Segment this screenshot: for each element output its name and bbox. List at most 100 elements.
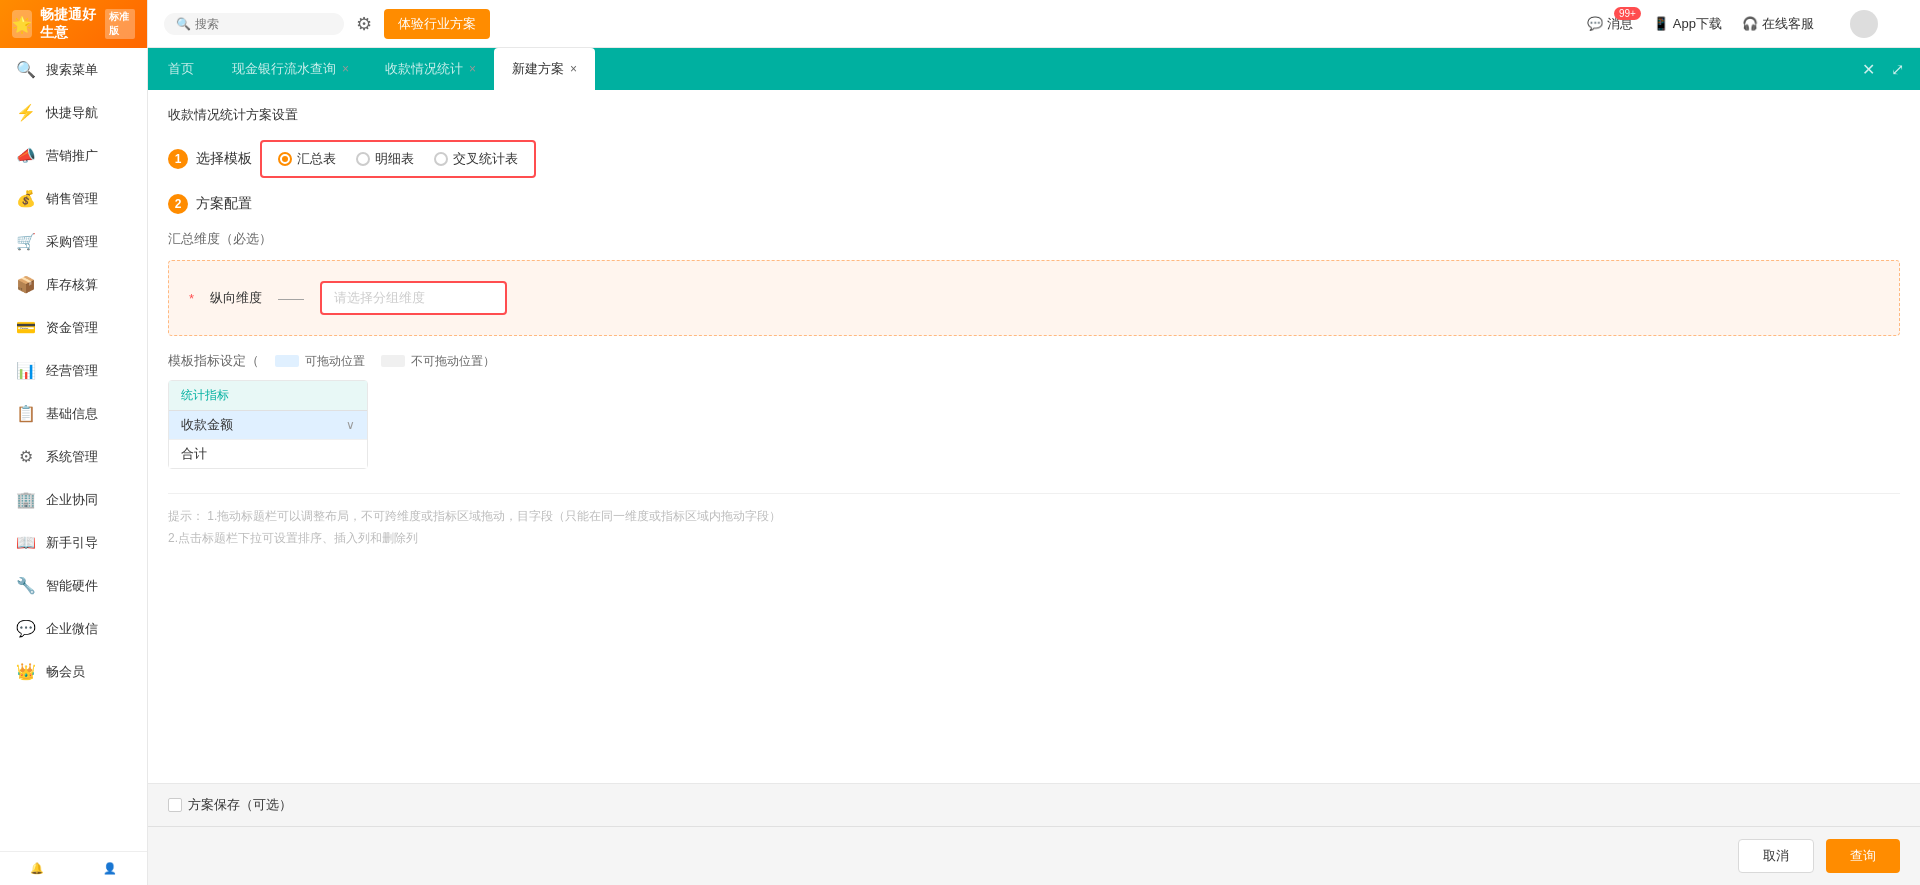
tab-receipt-stats-close[interactable]: × [469,62,476,76]
notification-item[interactable]: 💬 消息 99+ [1587,15,1633,33]
radio-cross[interactable]: 交叉统计表 [434,150,518,168]
tips-line1: 提示： 1.拖动标题栏可以调整布局，不可跨维度或指标区域拖动，目字段（只能在同一… [168,506,1900,528]
avatar [1850,10,1878,38]
sidebar-bottom-btn2[interactable]: 👤 [74,852,148,885]
sidebar-item-beginner[interactable]: 📖 新手引导 [0,521,147,564]
sidebar-item-label: 企业协同 [46,491,98,509]
vertical-label: 纵向维度 [210,289,262,307]
metrics-row-chevron[interactable]: ∨ [346,418,355,432]
sidebar-bottom-btn1[interactable]: 🔔 [0,852,74,885]
tab-cash-flow[interactable]: 现金银行流水查询 × [214,48,367,90]
dimension-row: * 纵向维度 —— 请选择分组维度 [189,281,1879,315]
purchase-icon: 🛒 [16,232,36,251]
sidebar-item-enterprise-wechat[interactable]: 💬 企业微信 [0,607,147,650]
sidebar-item-member[interactable]: 👑 畅会员 [0,650,147,693]
gear-icon[interactable]: ⚙ [356,13,372,35]
step1-row: 1 选择模板 汇总表 明细表 交叉统计表 [168,140,1900,178]
save-row: 方案保存（可选） [148,783,1920,826]
sidebar-item-finance[interactable]: 💳 资金管理 [0,306,147,349]
marketing-icon: 📣 [16,146,36,165]
sidebar-item-label: 销售管理 [46,190,98,208]
tab-home[interactable]: 首页 [148,48,214,90]
app-download-label: App下载 [1673,15,1722,33]
tab-new-plan[interactable]: 新建方案 × [494,48,595,90]
sidebar-item-hardware[interactable]: 🔧 智能硬件 [0,564,147,607]
sidebar-item-label: 营销推广 [46,147,98,165]
tab-receipt-stats-label: 收款情况统计 [385,60,463,78]
cancel-button[interactable]: 取消 [1738,839,1814,873]
radio-detail[interactable]: 明细表 [356,150,414,168]
legend-no-drag: 不可拖动位置） [381,353,495,370]
sidebar-item-label: 智能硬件 [46,577,98,595]
inventory-icon: 📦 [16,275,36,294]
hardware-icon: 🔧 [16,576,36,595]
can-drag-label: 可拖动位置 [305,353,365,370]
radio-group: 汇总表 明细表 交叉统计表 [278,150,518,168]
query-button[interactable]: 查询 [1826,839,1900,873]
sidebar-item-sales[interactable]: 💰 销售管理 [0,177,147,220]
legend-draggable: 可拖动位置 [275,353,365,370]
metrics-table-row[interactable]: 收款金额 ∨ [169,411,367,439]
metrics-table-area: 统计指标 收款金额 ∨ 合计 [168,380,368,469]
radio-summary[interactable]: 汇总表 [278,150,336,168]
sidebar: 🌟 畅捷通好生意 标准版 🔍 搜索菜单 ⚡ 快捷导航 📣 营销推广 💰 销售管理… [0,0,148,885]
radio-cross-circle [434,152,448,166]
app-download-icon: 📱 [1653,16,1669,31]
sidebar-item-purchase[interactable]: 🛒 采购管理 [0,220,147,263]
search-input[interactable] [195,17,325,31]
sidebar-item-label: 系统管理 [46,448,98,466]
sidebar-item-search[interactable]: 🔍 搜索菜单 [0,48,147,91]
metrics-legend: 可拖动位置 不可拖动位置） [275,353,495,370]
content-inner: 收款情况统计方案设置 1 选择模板 汇总表 明细表 [148,90,1920,783]
metrics-total: 合计 [169,439,367,468]
sidebar-item-operation[interactable]: 📊 经营管理 [0,349,147,392]
radio-summary-label: 汇总表 [297,150,336,168]
content-area: 收款情况统计方案设置 1 选择模板 汇总表 明细表 [148,90,1920,826]
tab-receipt-stats[interactable]: 收款情况统计 × [367,48,494,90]
sidebar-item-label: 搜索菜单 [46,61,98,79]
close-window-btn[interactable]: ✕ [1858,56,1879,83]
metrics-row-text: 收款金额 [181,416,346,434]
app-download-item[interactable]: 📱 App下载 [1653,15,1722,33]
sales-icon: 💰 [16,189,36,208]
sidebar-bottom: 🔔 👤 [0,851,147,885]
sidebar-item-basic-info[interactable]: 📋 基础信息 [0,392,147,435]
industry-btn[interactable]: 体验行业方案 [384,9,490,39]
header-right: 💬 消息 99+ 📱 App下载 🎧 在线客服 [1587,10,1904,38]
sidebar-item-marketing[interactable]: 📣 营销推广 [0,134,147,177]
sidebar-item-label: 资金管理 [46,319,98,337]
save-checkbox-text: 方案保存（可选） [188,796,292,814]
radio-summary-circle [278,152,292,166]
edition-badge: 标准版 [105,9,135,39]
notification-badge: 99+ [1614,7,1641,20]
dimension-select-placeholder: 请选择分组维度 [334,290,425,305]
save-checkbox-label[interactable]: 方案保存（可选） [168,796,292,814]
sidebar-item-system[interactable]: ⚙ 系统管理 [0,435,147,478]
header-search-box[interactable]: 🔍 [164,13,344,35]
save-checkbox-box[interactable] [168,798,182,812]
dimension-arrow: —— [278,291,304,306]
tab-cash-flow-close[interactable]: × [342,62,349,76]
sidebar-item-inventory[interactable]: 📦 库存核算 [0,263,147,306]
sidebar-item-label: 基础信息 [46,405,98,423]
required-star: * [189,291,194,306]
sidebar-item-enterprise-collab[interactable]: 🏢 企业协同 [0,478,147,521]
tab-bar: 首页 现金银行流水查询 × 收款情况统计 × 新建方案 × ✕ ⤢ [148,48,1920,90]
logo-text: 畅捷通好生意 [40,6,101,42]
tab-home-label: 首页 [168,60,194,78]
step2-label: 方案配置 [196,195,252,213]
sidebar-item-label: 企业微信 [46,620,98,638]
tab-new-plan-close[interactable]: × [570,62,577,76]
template-selection-box: 汇总表 明细表 交叉统计表 [260,140,536,178]
dimension-section-label: 汇总维度（必选） [168,230,1900,248]
enterprise-collab-icon: 🏢 [16,490,36,509]
sidebar-item-label: 经营管理 [46,362,98,380]
metrics-settings-label: 模板指标设定（ [168,352,259,370]
tab-new-plan-label: 新建方案 [512,60,564,78]
expand-window-btn[interactable]: ⤢ [1887,56,1908,83]
sidebar-item-quick-nav[interactable]: ⚡ 快捷导航 [0,91,147,134]
customer-service-item[interactable]: 🎧 在线客服 [1742,15,1814,33]
tips-section: 提示： 1.拖动标题栏可以调整布局，不可跨维度或指标区域拖动，目字段（只能在同一… [168,493,1900,561]
sidebar-item-label: 采购管理 [46,233,98,251]
dimension-select[interactable]: 请选择分组维度 [320,281,507,315]
